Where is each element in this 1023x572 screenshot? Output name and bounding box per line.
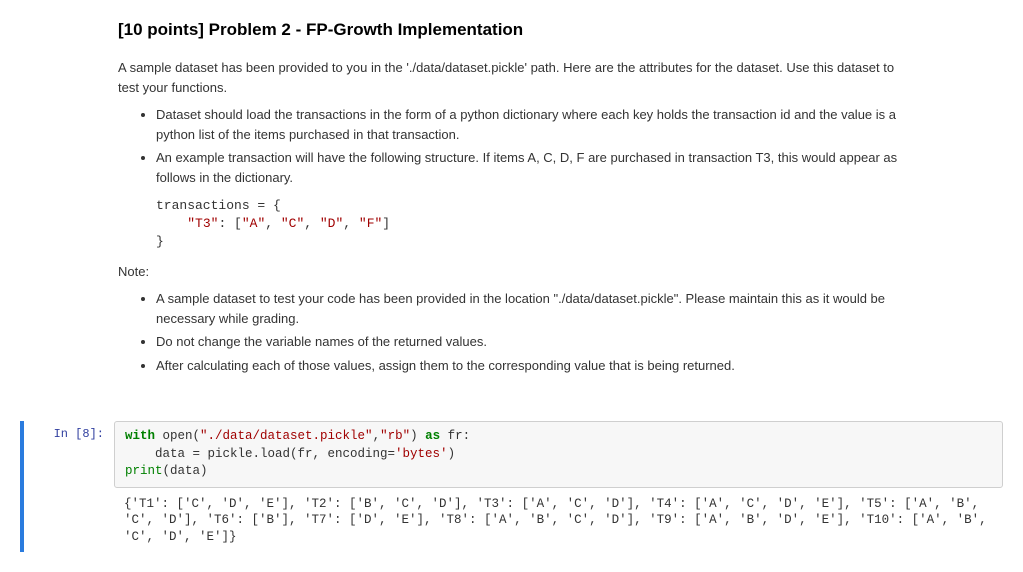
list-item: A sample dataset to test your code has b… <box>156 289 905 328</box>
attributes-list: Dataset should load the transactions in … <box>118 105 905 187</box>
list-item: After calculating each of those values, … <box>156 356 905 376</box>
code-example: transactions = { "T3": ["A", "C", "D", "… <box>156 197 905 252</box>
code-output: {'T1': ['C', 'D', 'E'], 'T2': ['B', 'C',… <box>114 488 1003 553</box>
markdown-cell: [10 points] Problem 2 - FP-Growth Implem… <box>0 0 1023 401</box>
input-prompt: In [8]: <box>24 421 114 552</box>
code-cell[interactable]: In [8]: with open("./data/dataset.pickle… <box>20 421 1003 552</box>
list-item: Dataset should load the transactions in … <box>156 105 905 144</box>
list-item: Do not change the variable names of the … <box>156 332 905 352</box>
notes-list: A sample dataset to test your code has b… <box>118 289 905 375</box>
intro-paragraph: A sample dataset has been provided to yo… <box>118 58 905 97</box>
problem-heading: [10 points] Problem 2 - FP-Growth Implem… <box>118 20 905 40</box>
note-label: Note: <box>118 262 905 282</box>
code-input[interactable]: with open("./data/dataset.pickle","rb") … <box>114 421 1003 488</box>
list-item: An example transaction will have the fol… <box>156 148 905 187</box>
